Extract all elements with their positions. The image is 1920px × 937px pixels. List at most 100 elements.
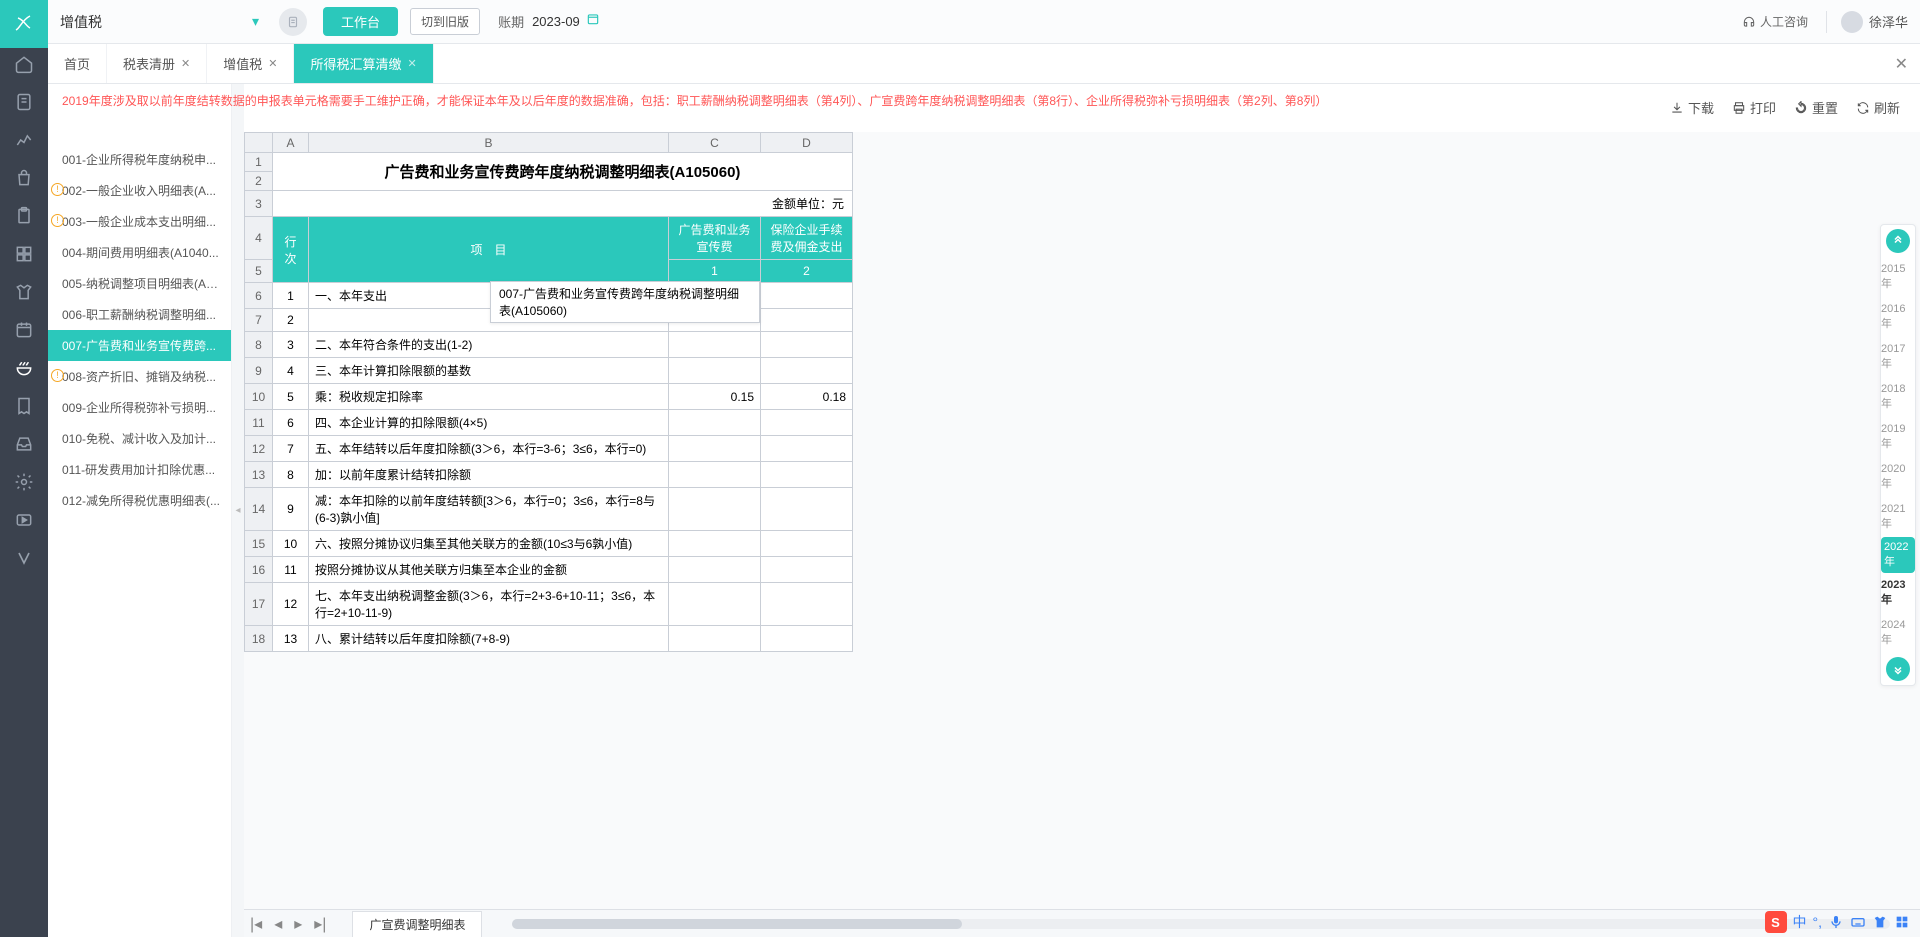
- cell-d[interactable]: [761, 557, 853, 583]
- cell-d[interactable]: [761, 583, 853, 626]
- year-item[interactable]: 2021年: [1881, 497, 1915, 537]
- cell-c[interactable]: [669, 358, 761, 384]
- grid-icon[interactable]: [14, 244, 34, 264]
- form-list-item[interactable]: 003-一般企业成本支出明细...: [48, 206, 231, 237]
- bag-icon[interactable]: [14, 168, 34, 188]
- form-list-item[interactable]: 004-期间费用明细表(A1040...: [48, 237, 231, 268]
- cell-d[interactable]: [761, 410, 853, 436]
- year-item[interactable]: 2018年: [1881, 377, 1915, 417]
- col-header[interactable]: B: [309, 133, 669, 153]
- form-list-item[interactable]: 001-企业所得税年度纳税申...: [48, 144, 231, 175]
- year-item[interactable]: 2020年: [1881, 457, 1915, 497]
- ime-badge-icon[interactable]: S: [1765, 911, 1787, 933]
- year-down-button[interactable]: [1886, 657, 1910, 681]
- print-button[interactable]: 打印: [1732, 98, 1776, 117]
- worktable-button[interactable]: 工作台: [323, 7, 398, 36]
- sheet-nav-next[interactable]: ▸: [288, 914, 308, 934]
- ime-punct-icon[interactable]: °,: [1813, 914, 1823, 930]
- doc-icon[interactable]: [14, 92, 34, 112]
- bowl-icon[interactable]: [14, 358, 34, 378]
- form-list-item[interactable]: 009-企业所得税弥补亏损明...: [48, 392, 231, 423]
- year-item[interactable]: 2022年: [1881, 537, 1915, 573]
- clipboard-icon[interactable]: [14, 206, 34, 226]
- cell-d[interactable]: [761, 626, 853, 652]
- refresh-button[interactable]: 刷新: [1856, 98, 1900, 117]
- cell-d[interactable]: [761, 436, 853, 462]
- tab-3[interactable]: 所得税汇算清缴✕: [294, 44, 433, 83]
- scrollbar-thumb[interactable]: [512, 919, 962, 929]
- cell-d[interactable]: [761, 462, 853, 488]
- spreadsheet[interactable]: A B C D 1广告费和业务宣传费跨年度纳税调整明细表(A105060) 2 …: [244, 132, 1920, 909]
- cell-c[interactable]: [669, 462, 761, 488]
- circle-doc-icon[interactable]: [279, 8, 307, 36]
- close-all-tabs[interactable]: ✕: [1883, 44, 1920, 83]
- col-header[interactable]: C: [669, 133, 761, 153]
- calendar-small-icon[interactable]: [586, 12, 600, 31]
- calendar-icon[interactable]: [14, 320, 34, 340]
- home-icon[interactable]: [14, 54, 34, 74]
- company-selector[interactable]: 增值税 ▾: [60, 12, 259, 32]
- cell-d[interactable]: [761, 283, 853, 309]
- sheet-nav-first[interactable]: |◂: [244, 914, 268, 934]
- horizontal-scrollbar[interactable]: [512, 919, 1890, 929]
- year-up-button[interactable]: [1886, 229, 1910, 253]
- receipt-icon[interactable]: [14, 396, 34, 416]
- old-version-button[interactable]: 切到旧版: [410, 8, 480, 35]
- year-item[interactable]: 2017年: [1881, 337, 1915, 377]
- cell-d[interactable]: [761, 531, 853, 557]
- ime-lang[interactable]: 中: [1793, 912, 1807, 932]
- download-button[interactable]: 下载: [1670, 98, 1714, 117]
- cell-c[interactable]: [669, 583, 761, 626]
- ime-mic-icon[interactable]: [1828, 914, 1844, 930]
- cell-d[interactable]: [761, 309, 853, 332]
- form-list-item[interactable]: 012-减免所得税优惠明细表(...: [48, 485, 231, 516]
- year-item[interactable]: 2015年: [1881, 257, 1915, 297]
- tab-2[interactable]: 增值税✕: [207, 44, 294, 83]
- year-item[interactable]: 2016年: [1881, 297, 1915, 337]
- form-list-item[interactable]: 006-职工薪酬纳税调整明细...: [48, 299, 231, 330]
- form-list-item[interactable]: 002-一般企业收入明细表(A...: [48, 175, 231, 206]
- year-item[interactable]: 2023年: [1881, 573, 1915, 613]
- form-list-item[interactable]: 007-广告费和业务宣传费跨...: [48, 330, 231, 361]
- sheet-nav-prev[interactable]: ◂: [268, 914, 288, 934]
- cell-c[interactable]: [669, 488, 761, 531]
- ime-keyboard-icon[interactable]: [1850, 914, 1866, 930]
- year-item[interactable]: 2024年: [1881, 613, 1915, 653]
- shirt-icon[interactable]: [14, 282, 34, 302]
- cell-d[interactable]: [761, 332, 853, 358]
- cell-c[interactable]: [669, 557, 761, 583]
- col-header[interactable]: A: [273, 133, 309, 153]
- close-icon[interactable]: ✕: [181, 57, 190, 70]
- gear-icon[interactable]: [14, 472, 34, 492]
- inbox-icon[interactable]: [14, 434, 34, 454]
- cell-c[interactable]: [669, 410, 761, 436]
- sheet-tab[interactable]: 广宣费调整明细表: [352, 911, 482, 937]
- cell-c[interactable]: [669, 436, 761, 462]
- col-header[interactable]: D: [761, 133, 853, 153]
- chart-icon[interactable]: [14, 130, 34, 150]
- form-list-item[interactable]: 011-研发费用加计扣除优惠...: [48, 454, 231, 485]
- tab-0[interactable]: 首页: [48, 44, 107, 83]
- cell-c[interactable]: [669, 332, 761, 358]
- user-block[interactable]: 徐泽华: [1826, 11, 1908, 33]
- cell-c[interactable]: [669, 531, 761, 557]
- consult-link[interactable]: 人工咨询: [1742, 13, 1808, 30]
- period-value[interactable]: 2023-09: [532, 14, 580, 29]
- sheet-nav-last[interactable]: ▸|: [308, 914, 332, 934]
- close-icon[interactable]: ✕: [408, 57, 417, 70]
- cell-c[interactable]: [669, 626, 761, 652]
- form-list-item[interactable]: 005-纳税调整项目明细表(A1...: [48, 268, 231, 299]
- reset-button[interactable]: 重置: [1794, 98, 1838, 117]
- cell-d[interactable]: [761, 358, 853, 384]
- video-icon[interactable]: [14, 510, 34, 530]
- cell-d[interactable]: 0.18: [761, 384, 853, 410]
- v-icon[interactable]: [14, 548, 34, 568]
- ime-skin-icon[interactable]: [1872, 914, 1888, 930]
- form-list-item[interactable]: 008-资产折旧、摊销及纳税...: [48, 361, 231, 392]
- tab-1[interactable]: 税表清册✕: [107, 44, 207, 83]
- collapse-handle[interactable]: ◂: [232, 84, 244, 937]
- cell-c[interactable]: 0.15: [669, 384, 761, 410]
- cell-d[interactable]: [761, 488, 853, 531]
- close-icon[interactable]: ✕: [268, 57, 277, 70]
- ime-menu-icon[interactable]: [1894, 914, 1910, 930]
